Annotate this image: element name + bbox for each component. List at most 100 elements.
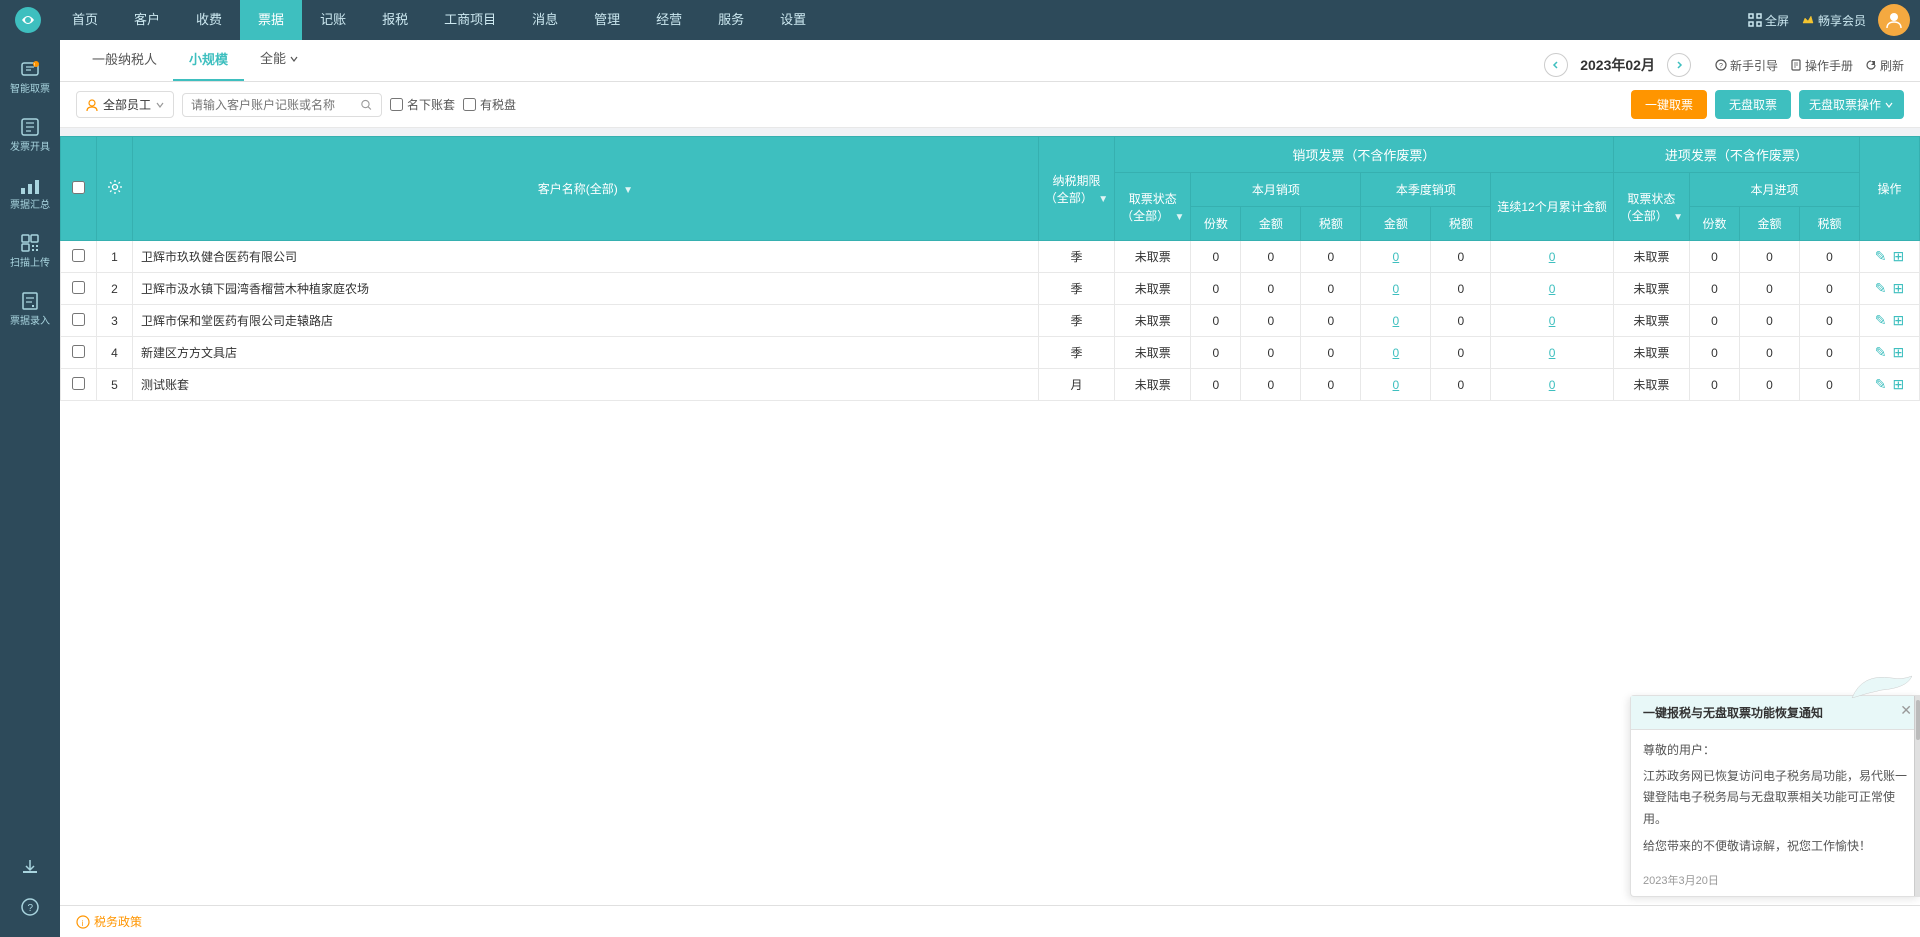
fullscreen-button[interactable]: 全屏: [1748, 12, 1789, 29]
checkbox-tax-disk-input[interactable]: [463, 98, 476, 111]
row-sales-season-amount-2[interactable]: 0: [1361, 305, 1431, 337]
row-sales-year-4[interactable]: 0: [1491, 369, 1613, 401]
col-operations: 操作: [1860, 137, 1920, 241]
row-detail-icon-3[interactable]: ⊞: [1893, 344, 1905, 361]
sidebar-item-issue-invoice[interactable]: 发票开具: [1, 108, 59, 162]
select-all-checkbox[interactable]: [72, 181, 85, 194]
diskless-ticket-ops-button[interactable]: 无盘取票操作: [1799, 90, 1904, 119]
row-sales-year-3[interactable]: 0: [1491, 337, 1613, 369]
refresh-button[interactable]: 刷新: [1865, 57, 1904, 74]
tax-period-filter-icon[interactable]: ▼: [1098, 194, 1108, 205]
checkbox-account[interactable]: 名下账套: [390, 96, 455, 113]
nav-home[interactable]: 首页: [54, 0, 116, 40]
row-edit-icon-0[interactable]: ✎: [1875, 248, 1887, 265]
customer-filter-icon[interactable]: ▼: [623, 185, 633, 196]
row-edit-icon-1[interactable]: ✎: [1875, 280, 1887, 297]
svg-text:!: !: [34, 63, 35, 69]
row-sales-status-3: 未取票: [1115, 337, 1191, 369]
nav-business[interactable]: 工商项目: [426, 0, 514, 40]
row-checkbox-3[interactable]: [61, 337, 97, 369]
logo[interactable]: [10, 2, 46, 38]
col-sales-year: 连续12个月累计金额: [1491, 173, 1613, 241]
col-tax-period: 纳税期限（全部） ▼: [1038, 137, 1114, 241]
nav-manage[interactable]: 管理: [576, 0, 638, 40]
nav-fee[interactable]: 收费: [178, 0, 240, 40]
guide-button[interactable]: ? 新手引导: [1715, 57, 1778, 74]
table-row: 3 卫辉市保和堂医药有限公司走辕路店 季 未取票 0 0 0 0 0 0 未取票…: [61, 305, 1920, 337]
row-checkbox-2[interactable]: [61, 305, 97, 337]
row-edit-icon-3[interactable]: ✎: [1875, 344, 1887, 361]
search-icon[interactable]: [360, 98, 373, 112]
row-income-month-tax-2: 0: [1800, 305, 1860, 337]
tab-general-taxpayer[interactable]: 一般纳税人: [76, 39, 173, 81]
nav-accounting[interactable]: 记账: [302, 0, 364, 40]
row-sales-season-amount-1[interactable]: 0: [1361, 273, 1431, 305]
nav-operation[interactable]: 经营: [638, 0, 700, 40]
nav-service[interactable]: 服务: [700, 0, 762, 40]
row-sales-year-2[interactable]: 0: [1491, 305, 1613, 337]
row-sales-season-amount-3[interactable]: 0: [1361, 337, 1431, 369]
row-checkbox-4[interactable]: [61, 369, 97, 401]
tab-all[interactable]: 全能: [244, 39, 315, 81]
nav-tax[interactable]: 报税: [364, 0, 426, 40]
search-input[interactable]: [191, 98, 356, 112]
main-table: 客户名称(全部) ▼ 纳税期限（全部） ▼ 销项发票（不含作废票） 进项发票（不…: [60, 136, 1920, 401]
avatar[interactable]: [1878, 4, 1910, 36]
row-detail-icon-2[interactable]: ⊞: [1893, 312, 1905, 329]
sidebar-item-summary[interactable]: 票据汇总: [1, 166, 59, 220]
row-sales-status-2: 未取票: [1115, 305, 1191, 337]
notification-close-button[interactable]: ✕: [1900, 702, 1912, 719]
row-income-month-tax-4: 0: [1800, 369, 1860, 401]
sidebar-label-entry: 票据录入: [10, 315, 50, 328]
employee-select[interactable]: 全部员工: [76, 91, 174, 118]
sub-tabs-actions: ? 新手引导 操作手册 刷新: [1715, 57, 1904, 74]
sidebar-help-button[interactable]: ?: [1, 889, 59, 925]
row-detail-icon-1[interactable]: ⊞: [1893, 280, 1905, 297]
nav-customer[interactable]: 客户: [116, 0, 178, 40]
prev-month-button[interactable]: [1544, 53, 1568, 77]
row-detail-icon-0[interactable]: ⊞: [1893, 248, 1905, 265]
vip-button[interactable]: 畅享会员: [1801, 12, 1866, 29]
col-income-month-shares: 份数: [1690, 207, 1740, 241]
row-detail-icon-4[interactable]: ⊞: [1893, 376, 1905, 393]
search-box[interactable]: [182, 93, 382, 117]
income-status-filter-icon[interactable]: ▼: [1673, 212, 1683, 223]
checkbox-tax-disk-label: 有税盘: [480, 96, 516, 113]
row-sales-year-1[interactable]: 0: [1491, 273, 1613, 305]
sidebar-item-entry[interactable]: 票据录入: [1, 282, 59, 336]
next-month-button[interactable]: [1667, 53, 1691, 77]
row-checkbox-1[interactable]: [61, 273, 97, 305]
row-tax-period-4: 月: [1038, 369, 1114, 401]
checkbox-account-input[interactable]: [390, 98, 403, 111]
row-edit-icon-2[interactable]: ✎: [1875, 312, 1887, 329]
current-month: 2023年02月: [1572, 55, 1663, 75]
notification-scrollbar[interactable]: [1914, 696, 1920, 896]
diskless-ticket-button[interactable]: 无盘取票: [1715, 90, 1791, 119]
tab-small-scale[interactable]: 小规模: [173, 39, 244, 81]
row-sales-season-amount-0[interactable]: 0: [1361, 241, 1431, 273]
checkbox-tax-disk[interactable]: 有税盘: [463, 96, 516, 113]
row-sales-month-tax-2: 0: [1301, 305, 1361, 337]
row-sales-season-tax-1: 0: [1431, 273, 1491, 305]
all-tab-chevron-icon: [289, 54, 299, 64]
nav-invoice[interactable]: 票据: [240, 0, 302, 40]
sidebar-item-smart-ticket[interactable]: ! 智能取票: [1, 50, 59, 104]
sales-status-filter-icon[interactable]: ▼: [1174, 212, 1184, 223]
bottom-bar[interactable]: i 税务政策: [60, 905, 1920, 937]
sidebar-item-scan[interactable]: 扫描上传: [1, 224, 59, 278]
one-click-ticket-button[interactable]: 一键取票: [1631, 90, 1707, 119]
row-checkbox-0[interactable]: [61, 241, 97, 273]
row-edit-icon-4[interactable]: ✎: [1875, 376, 1887, 393]
sidebar-download-button[interactable]: [1, 849, 59, 885]
col-settings[interactable]: [97, 137, 133, 241]
row-sales-month-shares-4: 0: [1191, 369, 1241, 401]
nav-message[interactable]: 消息: [514, 0, 576, 40]
row-sales-season-amount-4[interactable]: 0: [1361, 369, 1431, 401]
svg-text:?: ?: [1719, 63, 1723, 70]
notification-scrollbar-thumb[interactable]: [1916, 700, 1920, 740]
nav-settings[interactable]: 设置: [762, 0, 824, 40]
col-income-month-tax: 税额: [1800, 207, 1860, 241]
manual-button[interactable]: 操作手册: [1790, 57, 1853, 74]
row-sales-year-0[interactable]: 0: [1491, 241, 1613, 273]
row-income-status-4: 未取票: [1613, 369, 1689, 401]
